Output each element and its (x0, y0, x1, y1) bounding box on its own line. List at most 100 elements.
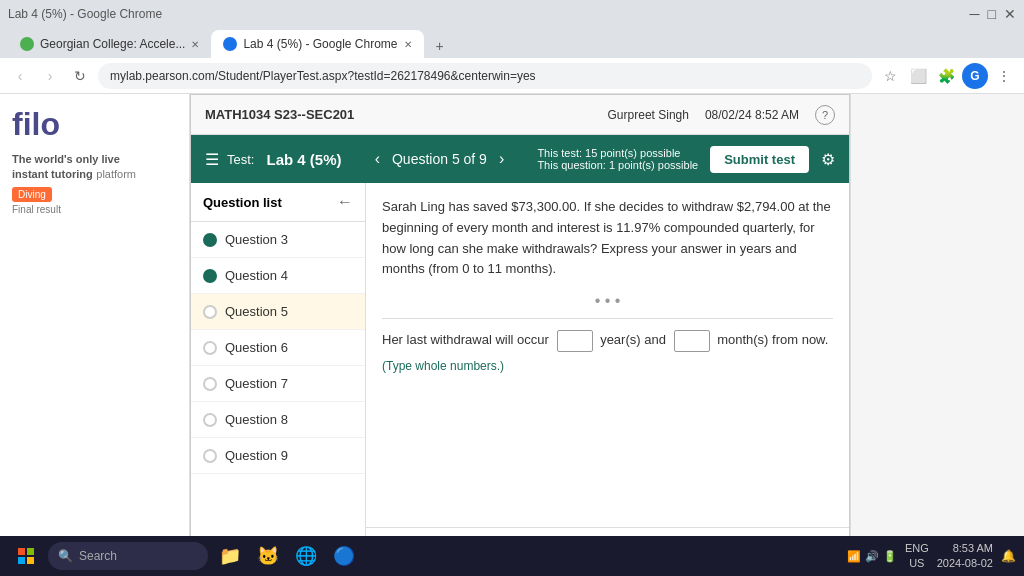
close-btn[interactable]: ✕ (1004, 6, 1016, 22)
list-item[interactable]: Question 4 (191, 258, 365, 294)
bookmark-star-icon[interactable]: ☆ (878, 64, 902, 88)
taskbar: 🔍 Search 📁 🐱 🌐 🔵 📶 🔊 🔋 ENGUS 8:53 AM 202… (0, 536, 1024, 576)
nav-actions: ☆ ⬜ 🧩 G ⋮ (878, 63, 1016, 89)
volume-icon: 🔊 (865, 550, 879, 563)
cat-icon: 🐱 (257, 545, 279, 567)
question-list-scroll[interactable]: Question 3 Question 4 Question 5 Questio… (191, 222, 365, 575)
svg-rect-2 (18, 557, 25, 564)
list-item[interactable]: Question 5 (191, 294, 365, 330)
filo-tagline: The world's only live instant tutoring p… (12, 151, 177, 181)
type-note: (Type whole numbers.) (382, 359, 504, 373)
this-test-label: This test: (537, 147, 582, 159)
refresh-button[interactable]: ↻ (68, 64, 92, 88)
new-tab-button[interactable]: + (428, 34, 452, 58)
q8-label: Question 8 (225, 412, 288, 427)
screenshot-icon[interactable]: ⬜ (906, 64, 930, 88)
window-title: Lab 4 (5%) - Google Chrome (8, 7, 162, 21)
forward-button[interactable]: › (38, 64, 62, 88)
this-question-points: 1 point(s) possible (609, 159, 698, 171)
svg-rect-1 (27, 548, 34, 555)
tab-close-lab4[interactable]: ✕ (404, 39, 412, 50)
extensions-icon[interactable]: 🧩 (934, 64, 958, 88)
months-input[interactable] (674, 330, 710, 352)
address-bar[interactable]: mylab.pearson.com/Student/PlayerTest.asp… (98, 63, 872, 89)
taskbar-app-cat[interactable]: 🐱 (250, 538, 286, 574)
filo-sidebar: filo The world's only live instant tutor… (0, 94, 190, 576)
next-question-button[interactable]: › (499, 150, 504, 168)
help-button[interactable]: ? (815, 105, 835, 125)
list-item[interactable]: Question 7 (191, 366, 365, 402)
svg-rect-3 (27, 557, 34, 564)
q8-radio (203, 413, 217, 427)
filo-tagline-instant: instant tutoring (12, 168, 93, 180)
notification-icon[interactable]: 🔔 (1001, 549, 1016, 563)
tab-close-georgian[interactable]: ✕ (191, 39, 199, 50)
chrome-icon: 🔵 (333, 545, 355, 567)
minimize-btn[interactable]: ─ (970, 6, 980, 22)
collapse-list-button[interactable]: ← (337, 193, 353, 211)
list-item[interactable]: Question 6 (191, 330, 365, 366)
prev-question-button[interactable]: ‹ (375, 150, 380, 168)
list-item[interactable]: Question 3 (191, 222, 365, 258)
course-info-right: Gurpreet Singh 08/02/24 8:52 AM ? (608, 105, 835, 125)
q4-label: Question 4 (225, 268, 288, 283)
course-date: 08/02/24 8:52 AM (705, 108, 799, 122)
language-indicator: ENGUS (905, 541, 929, 572)
question-nav: ‹ Question 5 of 9 › (375, 150, 505, 168)
right-panel (850, 94, 1024, 576)
start-button[interactable] (8, 542, 44, 570)
content-area: Question list ← Question 3 Question 4 Qu… (191, 183, 849, 575)
svg-rect-0 (18, 548, 25, 555)
taskbar-app-edge[interactable]: 🌐 (288, 538, 324, 574)
this-test-points: 15 point(s) possible (585, 147, 680, 159)
title-bar: Lab 4 (5%) - Google Chrome ─ □ ✕ (0, 0, 1024, 28)
q7-label: Question 7 (225, 376, 288, 391)
years-input[interactable] (557, 330, 593, 352)
q7-radio (203, 377, 217, 391)
test-header-left: ☰ Test: Lab 4 (5%) (205, 150, 341, 169)
q6-label: Question 6 (225, 340, 288, 355)
wifi-icon: 📶 (847, 550, 861, 563)
test-header-right: This test: 15 point(s) possible This que… (537, 146, 835, 173)
filo-logo-text: filo (12, 106, 60, 143)
points-info: This test: 15 point(s) possible This que… (537, 147, 698, 171)
tab-favicon-georgian (20, 37, 34, 51)
test-label: Test: (227, 152, 254, 167)
tab-bar: Georgian College: Accele... ✕ Lab 4 (5%)… (0, 28, 1024, 58)
taskbar-date-display: 2024-08-02 (937, 556, 993, 571)
q6-radio (203, 341, 217, 355)
profile-button[interactable]: G (962, 63, 988, 89)
battery-icon: 🔋 (883, 550, 897, 563)
tab-georgian[interactable]: Georgian College: Accele... ✕ (8, 30, 211, 58)
tab-favicon-lab4 (223, 37, 237, 51)
q9-radio (203, 449, 217, 463)
q9-label: Question 9 (225, 448, 288, 463)
taskbar-search[interactable]: 🔍 Search (48, 542, 208, 570)
filo-tagline-platform: platform (96, 168, 136, 180)
answer-area: Her last withdrawal will occur year(s) a… (382, 327, 833, 379)
test-title: Lab 4 (5%) (266, 151, 341, 168)
question-list-header: Question list ← (191, 183, 365, 222)
taskbar-right: 📶 🔊 🔋 ENGUS 8:53 AM 2024-08-02 🔔 (847, 541, 1016, 572)
year-suffix: year(s) and (600, 332, 666, 347)
list-item[interactable]: Question 8 (191, 402, 365, 438)
list-item[interactable]: Question 9 (191, 438, 365, 474)
question-divider (382, 318, 833, 319)
expand-dots[interactable]: • • • (382, 292, 833, 310)
month-suffix: month(s) from now. (717, 332, 828, 347)
menu-icon[interactable]: ☰ (205, 150, 219, 169)
main-window: MATH1034 S23--SEC201 Gurpreet Singh 08/0… (190, 94, 850, 576)
settings-icon[interactable]: ⚙ (821, 150, 835, 169)
submit-test-button[interactable]: Submit test (710, 146, 809, 173)
course-title: MATH1034 S23--SEC201 (205, 107, 354, 122)
taskbar-app-chrome[interactable]: 🔵 (326, 538, 362, 574)
tab-lab4[interactable]: Lab 4 (5%) - Google Chrome ✕ (211, 30, 423, 58)
q5-radio (203, 305, 217, 319)
maximize-btn[interactable]: □ (988, 6, 996, 22)
more-options-icon[interactable]: ⋮ (992, 64, 1016, 88)
back-button[interactable]: ‹ (8, 64, 32, 88)
taskbar-app-files[interactable]: 📁 (212, 538, 248, 574)
question-list-panel: Question list ← Question 3 Question 4 Qu… (191, 183, 366, 575)
answer-prefix: Her last withdrawal will occur (382, 332, 549, 347)
q3-radio (203, 233, 217, 247)
